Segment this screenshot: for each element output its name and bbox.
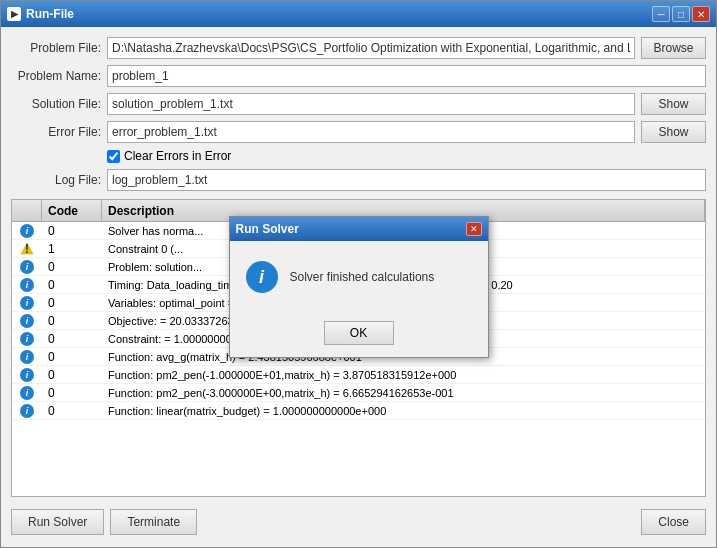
- modal-title: Run Solver: [236, 222, 299, 236]
- modal-dialog: Run Solver ✕ i Solver finished calculati…: [229, 216, 489, 358]
- window-icon: ▶: [7, 7, 21, 21]
- modal-close-button[interactable]: ✕: [466, 222, 482, 236]
- modal-body: i Solver finished calculations: [230, 241, 488, 313]
- maximize-button[interactable]: □: [672, 6, 690, 22]
- main-window: ▶ Run-File ─ □ ✕ Problem File: Browse Pr…: [0, 0, 717, 548]
- title-bar: ▶ Run-File ─ □ ✕: [1, 1, 716, 27]
- window-close-button[interactable]: ✕: [692, 6, 710, 22]
- window-content: Problem File: Browse Problem Name: Solut…: [1, 27, 716, 547]
- modal-overlay: Run Solver ✕ i Solver finished calculati…: [1, 27, 716, 547]
- modal-title-bar: Run Solver ✕: [230, 217, 488, 241]
- title-bar-left: ▶ Run-File: [7, 7, 74, 21]
- minimize-button[interactable]: ─: [652, 6, 670, 22]
- modal-footer: OK: [230, 313, 488, 357]
- modal-message: Solver finished calculations: [290, 270, 435, 284]
- window-title: Run-File: [26, 7, 74, 21]
- modal-ok-button[interactable]: OK: [324, 321, 394, 345]
- modal-info-icon: i: [246, 261, 278, 293]
- title-controls: ─ □ ✕: [652, 6, 710, 22]
